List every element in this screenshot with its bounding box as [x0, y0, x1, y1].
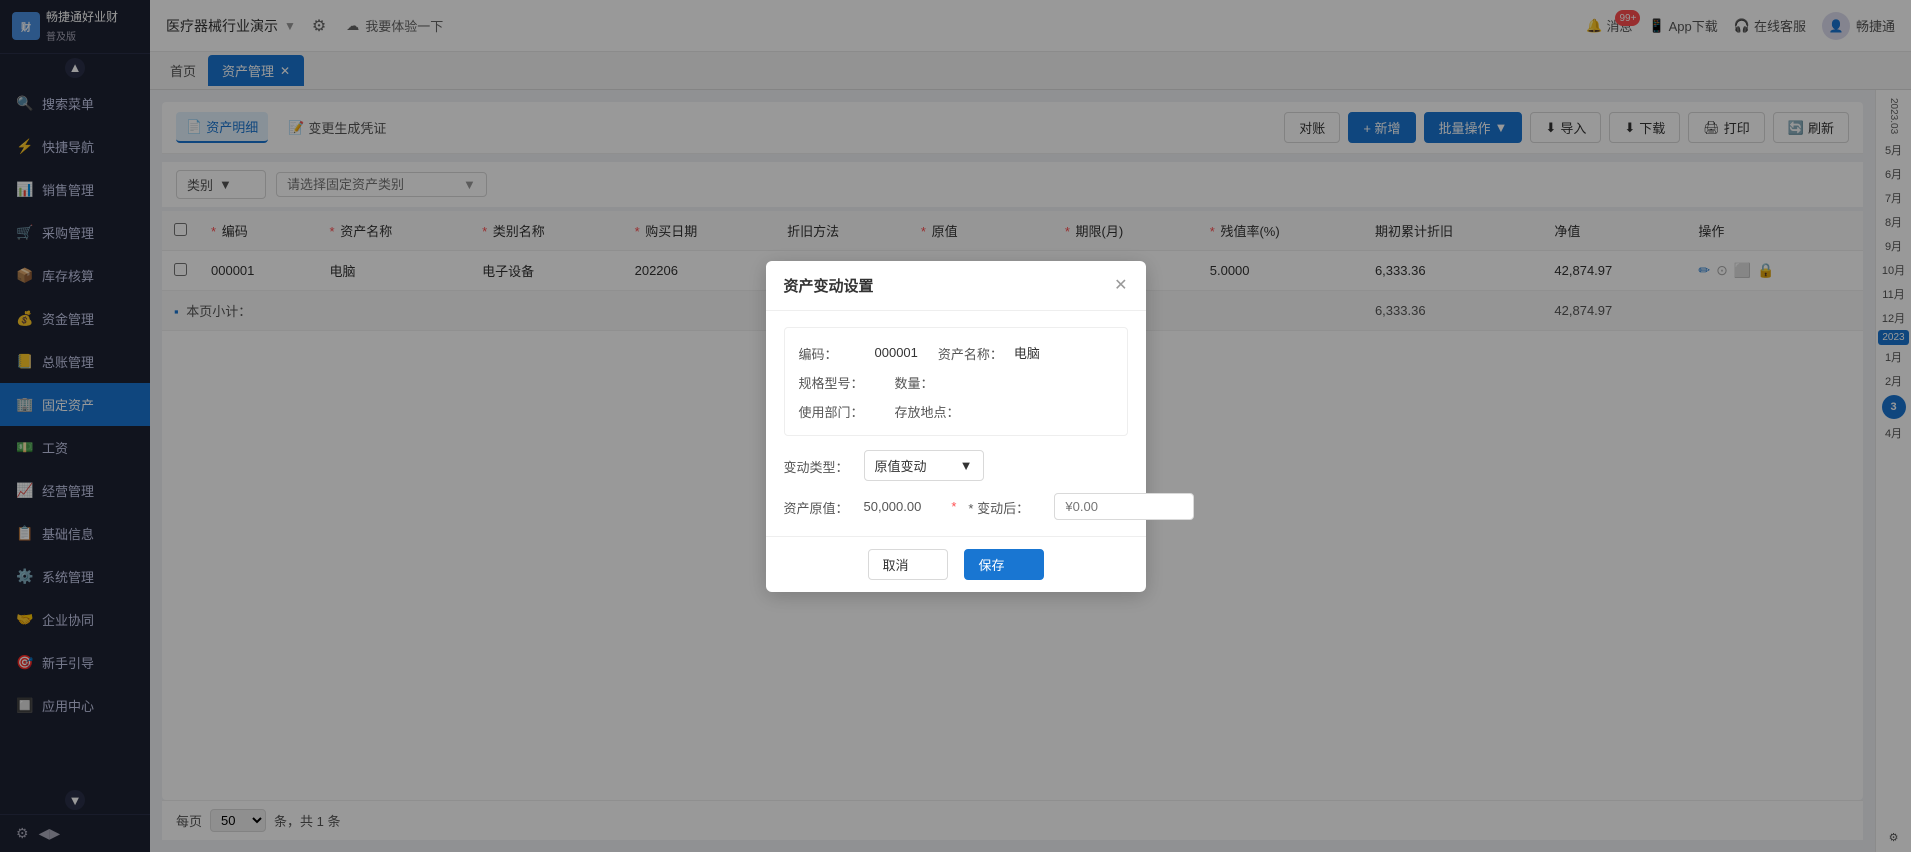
modal-code-field: 编码： 000001	[799, 342, 918, 363]
cancel-button[interactable]: 取消	[868, 549, 948, 580]
change-type-value: 原值变动	[875, 456, 927, 475]
modal-row-1: 编码： 000001 资产名称： 电脑	[799, 342, 1113, 363]
after-change-label: * 变动后：	[968, 496, 1038, 517]
original-value-label: 资产原值：	[784, 496, 854, 517]
modal-footer: 取消 保存	[766, 536, 1146, 592]
location-label: 存放地点：	[895, 400, 965, 421]
change-type-row: 变动类型： 原值变动 ▼	[784, 450, 1128, 481]
code-label: 编码：	[799, 342, 869, 363]
asset-name-label: 资产名称：	[938, 342, 1008, 363]
amount-row: 资产原值： 50,000.00 * * 变动后：	[784, 493, 1128, 520]
original-value: 50,000.00	[864, 499, 922, 514]
code-value: 000001	[875, 345, 918, 360]
modal-asset-name-field: 资产名称： 电脑	[938, 342, 1040, 363]
modal-spec-field: 规格型号：	[799, 371, 875, 392]
modal-overlay[interactable]: 资产变动设置 ✕ 编码： 000001 资产名称： 电脑	[0, 0, 1911, 852]
spec-label: 规格型号：	[799, 371, 869, 392]
change-type-label: 变动类型：	[784, 455, 854, 476]
after-change-required-mark: *	[951, 499, 956, 514]
quantity-label: 数量：	[895, 371, 965, 392]
modal-info-section: 编码： 000001 资产名称： 电脑 规格型号： 数量：	[784, 327, 1128, 436]
modal-row-2: 规格型号： 数量：	[799, 371, 1113, 392]
change-type-dropdown-icon: ▼	[960, 458, 973, 473]
modal-location-field: 存放地点：	[895, 400, 971, 421]
modal-header: 资产变动设置 ✕	[766, 261, 1146, 311]
save-button[interactable]: 保存	[964, 549, 1044, 580]
after-change-input[interactable]	[1054, 493, 1194, 520]
asset-change-modal: 资产变动设置 ✕ 编码： 000001 资产名称： 电脑	[766, 261, 1146, 592]
modal-title: 资产变动设置	[784, 275, 874, 296]
department-label: 使用部门：	[799, 400, 869, 421]
modal-row-3: 使用部门： 存放地点：	[799, 400, 1113, 421]
asset-name-value: 电脑	[1014, 343, 1040, 362]
modal-close-button[interactable]: ✕	[1114, 275, 1127, 295]
change-type-select[interactable]: 原值变动 ▼	[864, 450, 984, 481]
modal-body: 编码： 000001 资产名称： 电脑 规格型号： 数量：	[766, 311, 1146, 536]
modal-quantity-field: 数量：	[895, 371, 971, 392]
modal-department-field: 使用部门：	[799, 400, 875, 421]
